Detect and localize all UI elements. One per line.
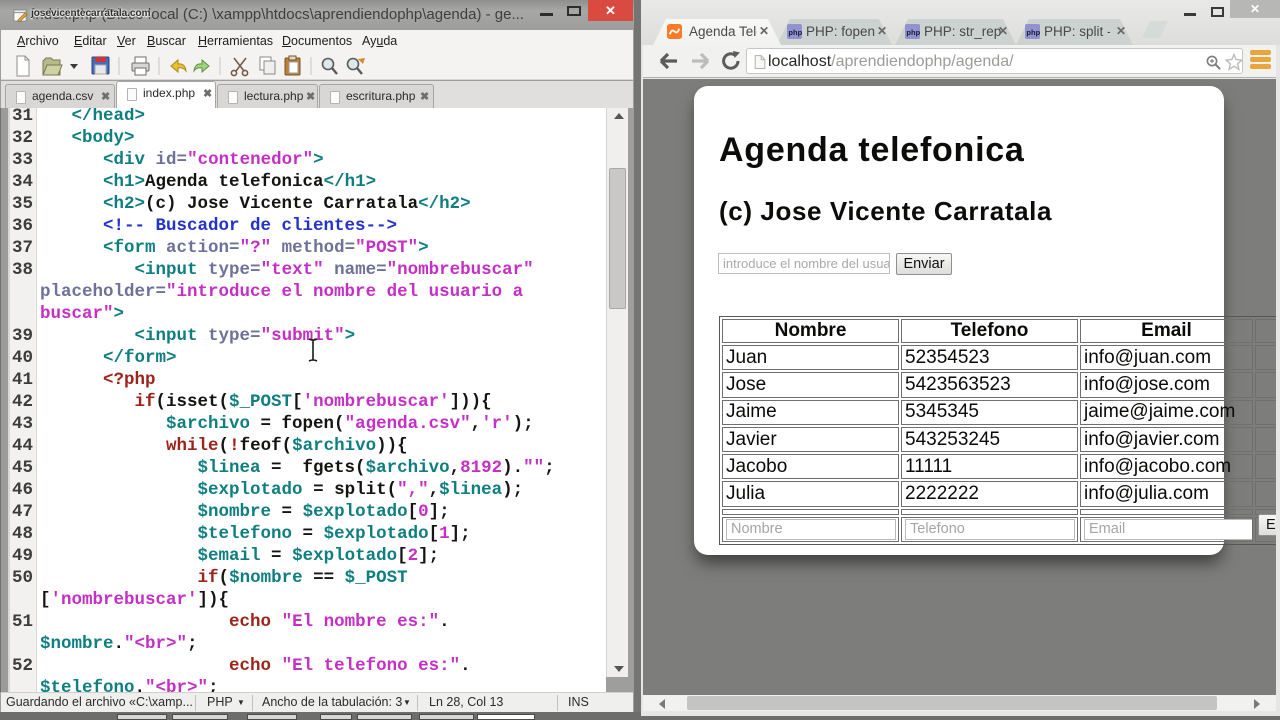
svg-text:php: php <box>906 28 920 37</box>
svg-text:php: php <box>788 28 802 37</box>
svg-text:php: php <box>1026 28 1040 37</box>
